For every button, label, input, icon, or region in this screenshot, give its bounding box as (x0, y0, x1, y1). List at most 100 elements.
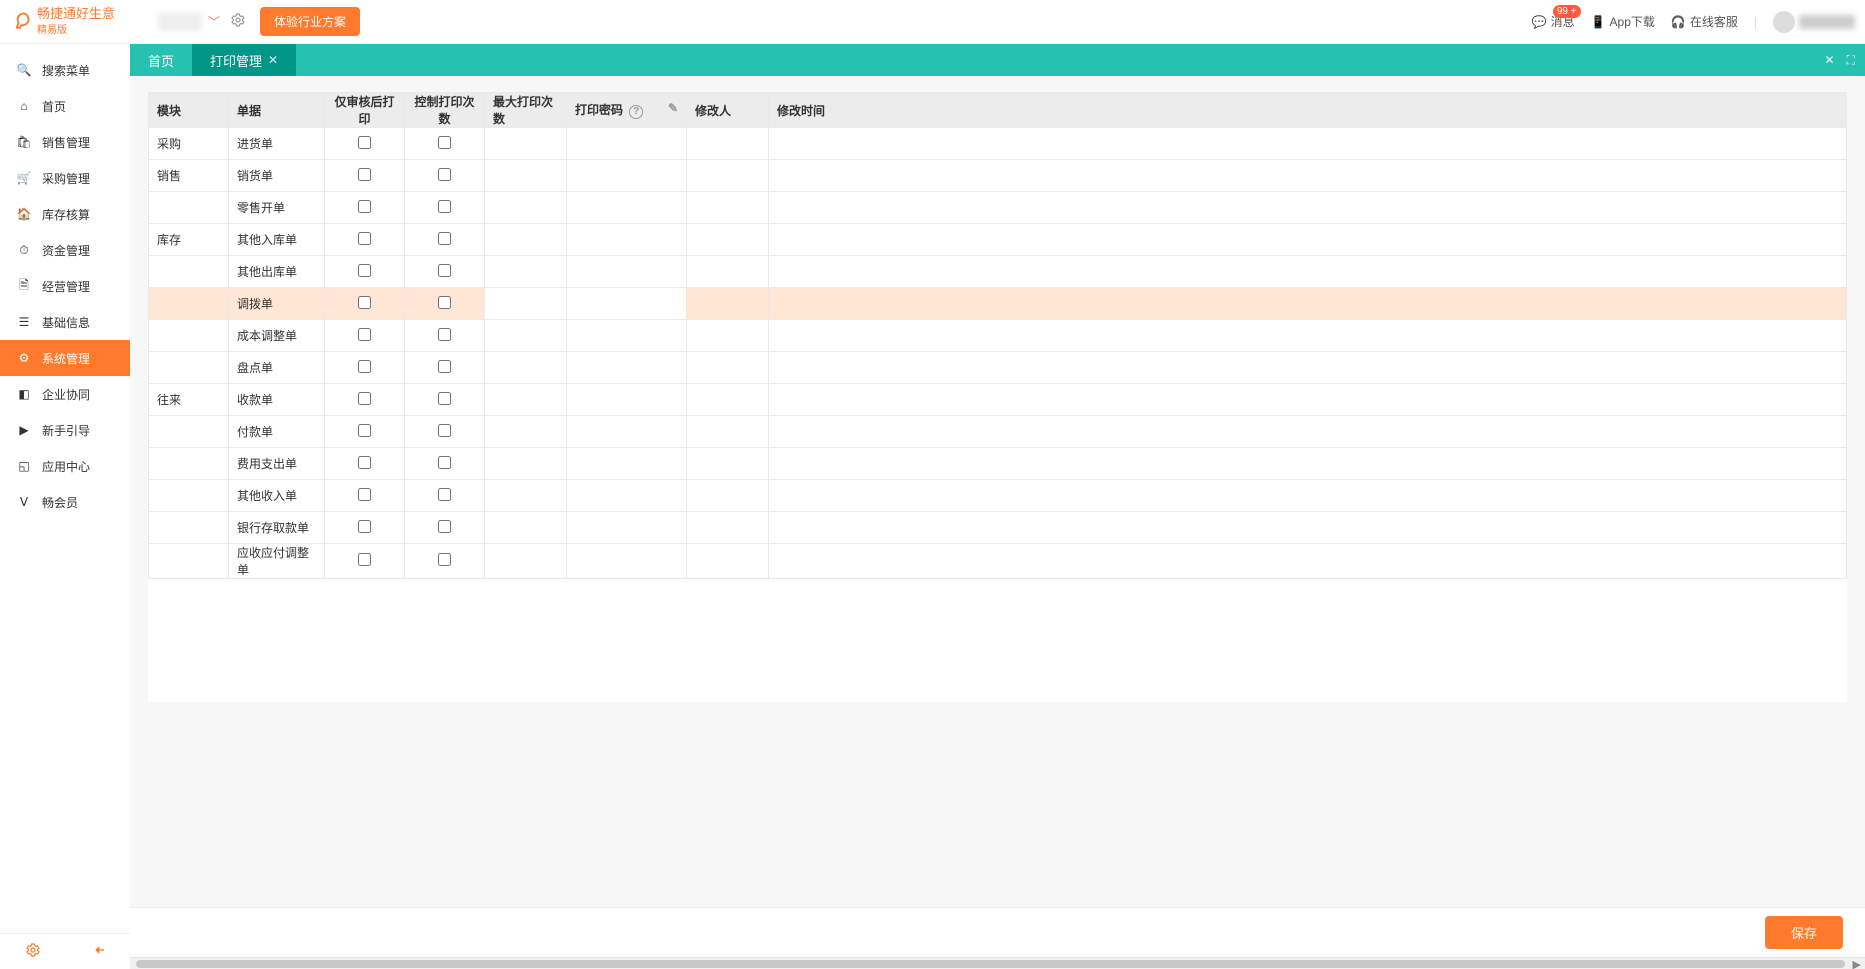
audit-checkbox[interactable] (358, 520, 371, 533)
ctrl-checkbox[interactable] (438, 456, 451, 469)
sidebar-item-1[interactable]: ⌂首页 (0, 88, 130, 124)
ctrl-checkbox[interactable] (438, 392, 451, 405)
th-max: 最大打印次数 (485, 93, 567, 128)
audit-checkbox[interactable] (358, 488, 371, 501)
sidebar-item-0[interactable]: 🔍搜索菜单 (0, 52, 130, 88)
audit-checkbox[interactable] (358, 328, 371, 341)
audit-checkbox[interactable] (358, 456, 371, 469)
audit-checkbox[interactable] (358, 168, 371, 181)
tab-print-manage[interactable]: 打印管理 ✕ (192, 44, 296, 76)
edit-icon[interactable]: ✎ (668, 101, 678, 115)
cell-audit (325, 352, 405, 384)
sidebar-item-12[interactable]: Ⅴ畅会员 (0, 484, 130, 520)
ctrl-checkbox[interactable] (438, 360, 451, 373)
collapse-icon[interactable] (90, 942, 106, 961)
cell-module: 销售 (149, 160, 229, 192)
audit-checkbox[interactable] (358, 232, 371, 245)
audit-checkbox[interactable] (358, 424, 371, 437)
table-row[interactable]: 其他出库单 (149, 256, 1847, 288)
table-row[interactable]: 调拨单 (149, 288, 1847, 320)
sidebar-item-7[interactable]: ☰基础信息 (0, 304, 130, 340)
table-row[interactable]: 零售开单 (149, 192, 1847, 224)
org-selector[interactable]: ﹀ (158, 13, 220, 31)
cell-pwd[interactable] (567, 288, 687, 320)
fullscreen-icon[interactable]: ⛶ (1847, 53, 1855, 68)
cell-user (687, 224, 769, 256)
experience-button[interactable]: 体验行业方案 (260, 7, 360, 36)
table-row[interactable]: 采购进货单 (149, 128, 1847, 160)
sidebar-item-11[interactable]: ◱应用中心 (0, 448, 130, 484)
cell-user (687, 288, 769, 320)
sidebar-item-5[interactable]: ⏱资金管理 (0, 232, 130, 268)
audit-checkbox[interactable] (358, 360, 371, 373)
top-right: 💬 消息 99 + 📱 App下载 🎧 在线客服 | (1532, 11, 1855, 33)
table-row[interactable]: 付款单 (149, 416, 1847, 448)
messages-link[interactable]: 💬 消息 99 + (1532, 13, 1575, 30)
ctrl-checkbox[interactable] (438, 136, 451, 149)
table-row[interactable]: 盘点单 (149, 352, 1847, 384)
sidebar-item-8[interactable]: ⚙系统管理 (0, 340, 130, 376)
avatar (1773, 11, 1795, 33)
ctrl-checkbox[interactable] (438, 328, 451, 341)
ctrl-checkbox[interactable] (438, 200, 451, 213)
tab-home[interactable]: 首页 (130, 44, 192, 76)
cell-doc: 收款单 (229, 384, 325, 416)
audit-checkbox[interactable] (358, 392, 371, 405)
table-row[interactable]: 成本调整单 (149, 320, 1847, 352)
ctrl-checkbox[interactable] (438, 168, 451, 181)
cell-user (687, 448, 769, 480)
scrollbar-thumb[interactable] (136, 960, 1845, 968)
close-icon[interactable]: ✕ (268, 53, 278, 67)
table-row[interactable]: 往来收款单 (149, 384, 1847, 416)
sidebar-item-6[interactable]: 🗎经营管理 (0, 268, 130, 304)
sidebar-item-3[interactable]: 🛒采购管理 (0, 160, 130, 196)
gear-icon[interactable] (230, 12, 246, 31)
save-button[interactable]: 保存 (1765, 916, 1843, 949)
audit-checkbox[interactable] (358, 136, 371, 149)
table-row[interactable]: 银行存取款单 (149, 512, 1847, 544)
sidebar-item-4[interactable]: 🏠库存核算 (0, 196, 130, 232)
cell-audit (325, 384, 405, 416)
ctrl-checkbox[interactable] (438, 296, 451, 309)
table-row[interactable]: 费用支出单 (149, 448, 1847, 480)
ctrl-checkbox[interactable] (438, 520, 451, 533)
audit-checkbox[interactable] (358, 296, 371, 309)
ctrl-checkbox[interactable] (438, 232, 451, 245)
sidebar-icon: Ⅴ (16, 495, 32, 509)
print-table: 模块 单据 仅审核后打印 控制打印次数 最大打印次数 打印密码 ? ✎ (148, 92, 1847, 579)
cell-max[interactable] (485, 288, 567, 320)
sidebar-item-9[interactable]: ◧企业协同 (0, 376, 130, 412)
cell-time (769, 480, 1847, 512)
cell-doc: 其他收入单 (229, 480, 325, 512)
ctrl-checkbox[interactable] (438, 264, 451, 277)
sidebar-item-2[interactable]: 🛍销售管理 (0, 124, 130, 160)
cell-user (687, 416, 769, 448)
audit-checkbox[interactable] (358, 553, 371, 566)
user-menu[interactable] (1773, 11, 1855, 33)
ctrl-checkbox[interactable] (438, 553, 451, 566)
ctrl-checkbox[interactable] (438, 424, 451, 437)
tab-close-all-icon[interactable]: ✕ (1825, 53, 1835, 67)
audit-checkbox[interactable] (358, 264, 371, 277)
cell-user (687, 512, 769, 544)
cell-user (687, 480, 769, 512)
help-icon[interactable]: ? (629, 105, 643, 119)
horizontal-scrollbar[interactable]: ▶ (130, 957, 1865, 969)
app-download-link[interactable]: 📱 App下载 (1591, 13, 1655, 30)
table-row[interactable]: 应收应付调整单 (149, 544, 1847, 579)
cell-module (149, 512, 229, 544)
scroll-right-icon[interactable]: ▶ (1853, 958, 1861, 969)
ctrl-checkbox[interactable] (438, 488, 451, 501)
sidebar-icon: ⏱ (16, 243, 32, 258)
sidebar-item-10[interactable]: ▶新手引导 (0, 412, 130, 448)
settings-icon[interactable] (25, 942, 41, 961)
cell-doc: 调拨单 (229, 288, 325, 320)
cell-doc: 付款单 (229, 416, 325, 448)
table-row[interactable]: 库存其他入库单 (149, 224, 1847, 256)
table-row[interactable]: 其他收入单 (149, 480, 1847, 512)
audit-checkbox[interactable] (358, 200, 371, 213)
cell-time (769, 128, 1847, 160)
table-row[interactable]: 销售销货单 (149, 160, 1847, 192)
online-service-link[interactable]: 🎧 在线客服 (1671, 13, 1738, 30)
sidebar-icon: 🛍 (16, 135, 32, 149)
